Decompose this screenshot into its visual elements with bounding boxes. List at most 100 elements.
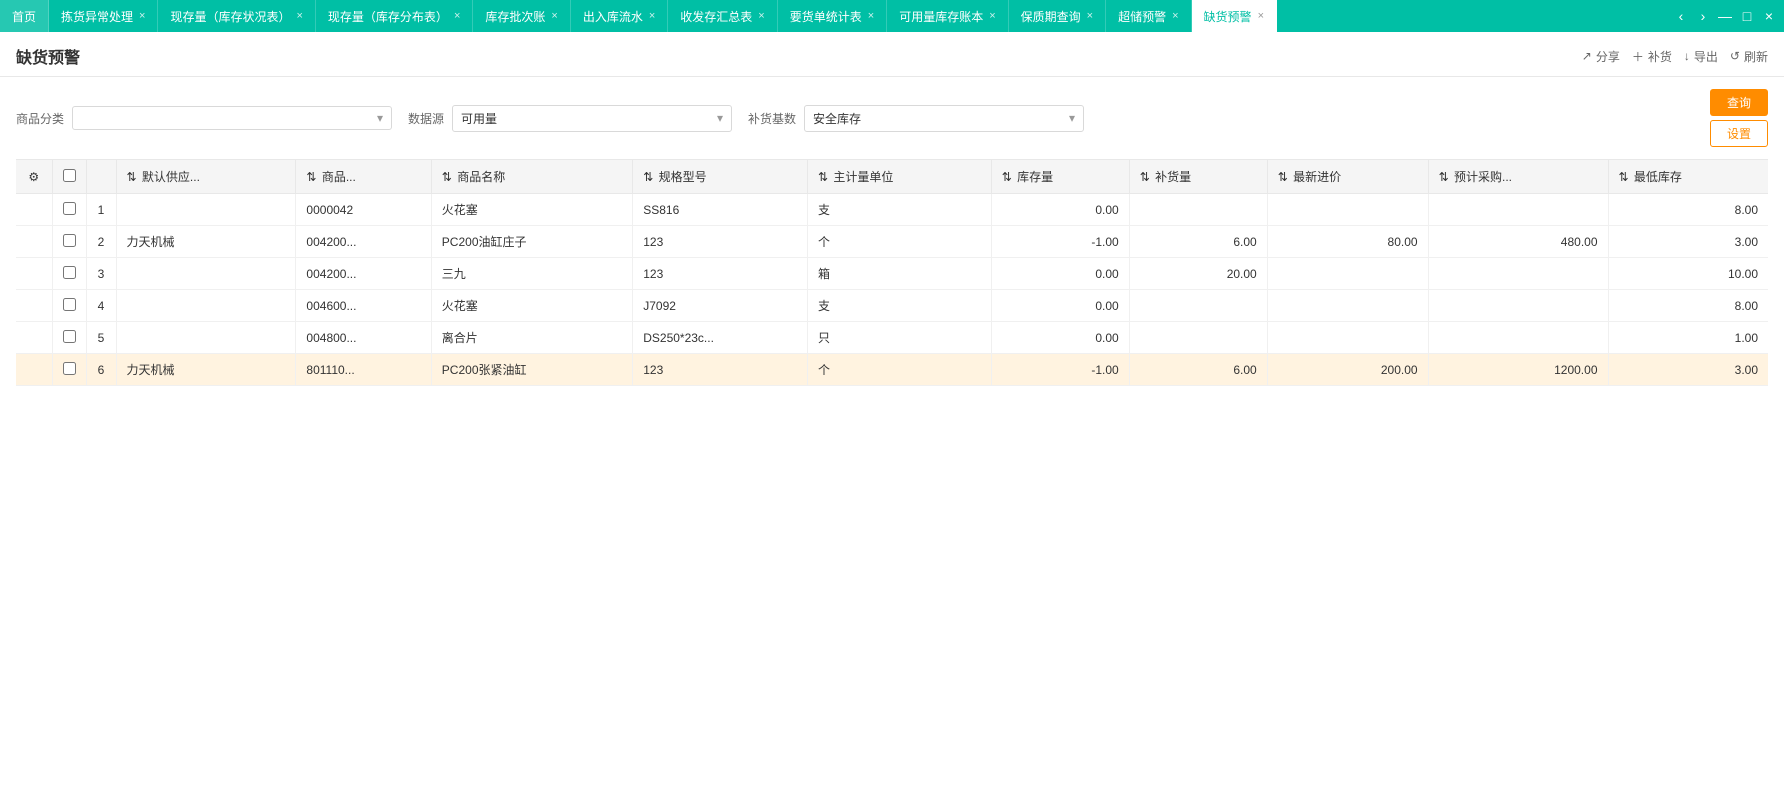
- tab-available[interactable]: 可用量库存账本 ×: [887, 0, 1008, 32]
- replenish-button[interactable]: ＋ 补货: [1632, 48, 1672, 65]
- tab-demand[interactable]: 要货单统计表 ×: [778, 0, 887, 32]
- datasource-select[interactable]: 可用量 ▾: [452, 105, 732, 132]
- tab-next-button[interactable]: ›: [1692, 5, 1714, 27]
- column-gear[interactable]: ⚙: [16, 160, 52, 194]
- replenish-base-select[interactable]: 安全库存 ▾: [804, 105, 1084, 132]
- row-replenish-qty: 6.00: [1129, 354, 1267, 386]
- tab-flow[interactable]: 出入库流水 ×: [571, 0, 668, 32]
- tab-shortage[interactable]: 缺货预警 ×: [1192, 0, 1277, 32]
- settings-button[interactable]: 设置: [1710, 120, 1768, 147]
- tab-maximize-button[interactable]: □: [1736, 5, 1758, 27]
- tab-overstock[interactable]: 超储预警 ×: [1106, 0, 1191, 32]
- row-product-name: 火花塞: [431, 194, 632, 226]
- query-button[interactable]: 查询: [1710, 89, 1768, 116]
- close-tab-summary[interactable]: ×: [758, 10, 764, 22]
- row-product-name: PC200油缸庄子: [431, 226, 632, 258]
- column-checkbox[interactable]: [52, 160, 86, 194]
- column-default-supplier[interactable]: ⇅ 默认供应...: [116, 160, 296, 194]
- tab-expiry[interactable]: 保质期查询 ×: [1009, 0, 1106, 32]
- row-estimated-purchase: [1428, 194, 1608, 226]
- data-table: ⚙ ⇅ 默认供应... ⇅ 商品... ⇅: [16, 159, 1768, 386]
- page-title: 缺货预警: [16, 44, 80, 68]
- column-stock-qty[interactable]: ⇅ 库存量: [991, 160, 1129, 194]
- row-checkbox[interactable]: [63, 330, 76, 343]
- column-estimated-purchase[interactable]: ⇅ 预计采购...: [1428, 160, 1608, 194]
- row-gear-cell: [16, 322, 52, 354]
- row-checkbox-cell[interactable]: [52, 226, 86, 258]
- close-tab-flow[interactable]: ×: [649, 10, 655, 22]
- row-unit: 箱: [807, 258, 991, 290]
- column-spec[interactable]: ⇅ 规格型号: [633, 160, 808, 194]
- close-tab-batch[interactable]: ×: [551, 10, 557, 22]
- export-icon: ↓: [1684, 49, 1690, 63]
- row-checkbox-cell[interactable]: [52, 354, 86, 386]
- close-tab-stock-status[interactable]: ×: [296, 10, 302, 22]
- tab-batch[interactable]: 库存批次账 ×: [473, 0, 570, 32]
- row-checkbox-cell[interactable]: [52, 290, 86, 322]
- sort-code-icon: ⇅: [306, 170, 316, 184]
- row-number: 2: [86, 226, 116, 258]
- share-button[interactable]: ↗ 分享: [1582, 48, 1620, 65]
- row-latest-price: [1267, 322, 1428, 354]
- table-row: 3 004200... 三九 123 箱 0.00 20.00 10.00: [16, 258, 1768, 290]
- tab-stock-dist[interactable]: 现存量（库存分布表） ×: [316, 0, 473, 32]
- select-all-checkbox[interactable]: [63, 169, 76, 182]
- table-row: 4 004600... 火花塞 J7092 支 0.00 8.00: [16, 290, 1768, 322]
- category-filter-group: 商品分类 ▾: [16, 106, 392, 130]
- column-replenish-qty[interactable]: ⇅ 补货量: [1129, 160, 1267, 194]
- row-latest-price: 80.00: [1267, 226, 1428, 258]
- row-checkbox[interactable]: [63, 298, 76, 311]
- tab-close-button[interactable]: ×: [1758, 5, 1780, 27]
- close-tab-demand[interactable]: ×: [868, 10, 874, 22]
- row-checkbox[interactable]: [63, 362, 76, 375]
- row-number: 1: [86, 194, 116, 226]
- share-icon: ↗: [1582, 49, 1592, 63]
- row-checkbox[interactable]: [63, 266, 76, 279]
- row-supplier: [116, 194, 296, 226]
- row-checkbox-cell[interactable]: [52, 258, 86, 290]
- tab-stock-status[interactable]: 现存量（库存状况表） ×: [158, 0, 315, 32]
- replenish-base-label: 补货基数: [748, 110, 796, 127]
- row-supplier: [116, 258, 296, 290]
- row-stock-qty: 0.00: [991, 322, 1129, 354]
- row-spec: SS816: [633, 194, 808, 226]
- row-checkbox-cell[interactable]: [52, 322, 86, 354]
- row-gear-cell: [16, 194, 52, 226]
- row-product-name: 离合片: [431, 322, 632, 354]
- row-min-stock: 3.00: [1608, 226, 1768, 258]
- row-stock-qty: 0.00: [991, 290, 1129, 322]
- refresh-button[interactable]: ↺ 刷新: [1730, 48, 1768, 65]
- close-tab-stock-dist[interactable]: ×: [454, 10, 460, 22]
- row-checkbox[interactable]: [63, 234, 76, 247]
- row-spec: 123: [633, 226, 808, 258]
- row-product-name: 火花塞: [431, 290, 632, 322]
- row-product-code: 004200...: [296, 226, 431, 258]
- column-min-stock[interactable]: ⇅ 最低库存: [1608, 160, 1768, 194]
- datasource-label: 数据源: [408, 110, 444, 127]
- row-replenish-qty: [1129, 194, 1267, 226]
- tab-picking[interactable]: 拣货异常处理 ×: [49, 0, 158, 32]
- row-spec: 123: [633, 258, 808, 290]
- row-checkbox-cell[interactable]: [52, 194, 86, 226]
- tab-summary[interactable]: 收发存汇总表 ×: [668, 0, 777, 32]
- close-tab-overstock[interactable]: ×: [1172, 10, 1178, 22]
- close-tab-picking[interactable]: ×: [139, 10, 145, 22]
- close-tab-shortage[interactable]: ×: [1258, 10, 1264, 22]
- column-product-code[interactable]: ⇅ 商品...: [296, 160, 431, 194]
- export-button[interactable]: ↓ 导出: [1684, 48, 1718, 65]
- row-replenish-qty: 20.00: [1129, 258, 1267, 290]
- close-tab-expiry[interactable]: ×: [1087, 10, 1093, 22]
- column-product-name[interactable]: ⇅ 商品名称: [431, 160, 632, 194]
- row-checkbox[interactable]: [63, 202, 76, 215]
- tab-prev-button[interactable]: ‹: [1670, 5, 1692, 27]
- column-latest-price[interactable]: ⇅ 最新进价: [1267, 160, 1428, 194]
- row-estimated-purchase: [1428, 258, 1608, 290]
- sort-name-icon: ⇅: [442, 170, 452, 184]
- tab-home[interactable]: 首页: [0, 0, 49, 32]
- tab-minimize-button[interactable]: —: [1714, 5, 1736, 27]
- row-product-code: 801110...: [296, 354, 431, 386]
- row-product-code: 0000042: [296, 194, 431, 226]
- column-unit[interactable]: ⇅ 主计量单位: [807, 160, 991, 194]
- close-tab-available[interactable]: ×: [989, 10, 995, 22]
- category-select[interactable]: ▾: [72, 106, 392, 130]
